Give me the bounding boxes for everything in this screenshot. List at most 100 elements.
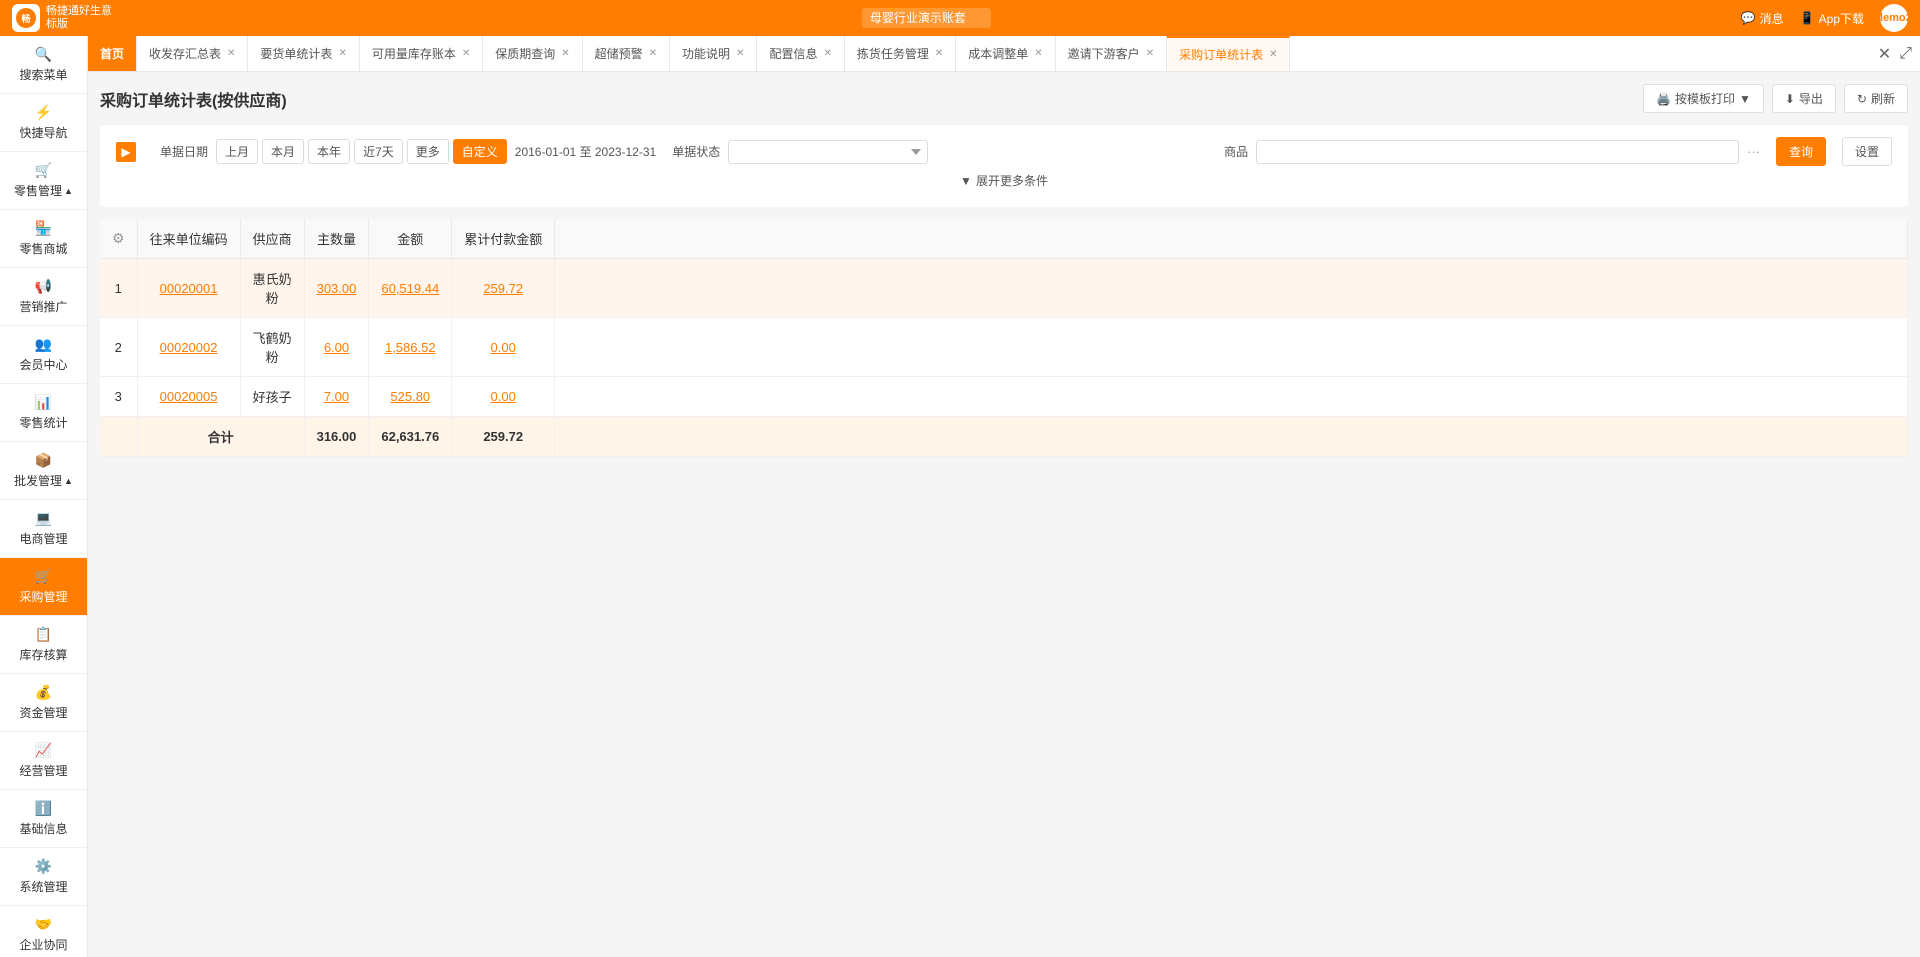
sidebar-item-ecommerce[interactable]: 💻 电商管理 [0, 500, 87, 558]
tab-close-config-info[interactable]: ✕ [823, 48, 831, 59]
td-seq-1: 1 [100, 259, 137, 318]
tab-invite-downstream[interactable]: 邀请下游客户 ✕ [1056, 36, 1167, 71]
goods-input[interactable] [1256, 140, 1739, 164]
date-btn-last-7days[interactable]: 近7天 [354, 139, 403, 164]
tab-pick-task[interactable]: 拣货任务管理 ✕ [845, 36, 956, 71]
sidebar-item-inventory[interactable]: 📋 库存核算 [0, 616, 87, 674]
tab-close-stock-ledger[interactable]: ✕ [462, 48, 470, 59]
sidebar-item-wholesale[interactable]: 📦 批发管理 ▲ [0, 442, 87, 500]
td-qty-3[interactable]: 7.00 [304, 377, 369, 417]
tab-expiry-query[interactable]: 保质期查询 ✕ [483, 36, 582, 71]
td-paid-1[interactable]: 259.72 [452, 259, 555, 318]
system-icon: ⚙️ [35, 858, 52, 875]
date-btn-this-year[interactable]: 本年 [308, 139, 350, 164]
tab-close-purchase-stat[interactable]: ✕ [1269, 49, 1277, 60]
tab-config-info[interactable]: 配置信息 ✕ [757, 36, 844, 71]
message-btn[interactable]: 💬 消息 [1741, 10, 1784, 27]
td-amount-1[interactable]: 60,519.44 [369, 259, 452, 318]
td-code-2[interactable]: 00020002 [137, 318, 240, 377]
tab-receive-summary[interactable]: 收发存汇总表 ✕ [137, 36, 248, 71]
print-icon: 🖨️ [1656, 92, 1671, 106]
search-icon: 🔍 [35, 46, 52, 63]
app-download-btn[interactable]: 📱 App下载 [1800, 10, 1864, 27]
sidebar-item-finance[interactable]: 💰 资金管理 [0, 674, 87, 732]
expand-more-btn[interactable]: ▼ 展开更多条件 [116, 166, 1892, 195]
sidebar-item-quick[interactable]: ⚡ 快捷导航 [0, 94, 87, 152]
td-amount-3[interactable]: 525.80 [369, 377, 452, 417]
td-qty-2[interactable]: 6.00 [304, 318, 369, 377]
logo-icon: 畅 [12, 4, 40, 32]
export-btn[interactable]: ⬇ 导出 [1772, 84, 1836, 113]
tab-overstock-warning[interactable]: 超储预警 ✕ [583, 36, 670, 71]
purchase-icon: 🛒 [35, 568, 52, 585]
table-footer-row: 合计 316.00 62,631.76 259.72 [100, 417, 1908, 457]
th-supplier: 供应商 [240, 219, 304, 259]
sidebar-item-store[interactable]: 🏪 零售商城 [0, 210, 87, 268]
retail-stat-icon: 📊 [35, 394, 52, 411]
date-btn-this-month[interactable]: 本月 [262, 139, 304, 164]
sidebar-item-retail[interactable]: 🛒 零售管理 ▲ [0, 152, 87, 210]
tab-close-cost-adjust[interactable]: ✕ [1034, 48, 1042, 59]
table-header-row: ⚙ 往来单位编码 供应商 主数量 金额 累计付款金额 [100, 219, 1908, 259]
sidebar-item-marketing[interactable]: 📢 营销推广 [0, 268, 87, 326]
tab-cost-adjust[interactable]: 成本调整单 ✕ [956, 36, 1055, 71]
sidebar-item-purchase[interactable]: 🛒 采购管理 [0, 558, 87, 616]
tab-bar: 首页 收发存汇总表 ✕ 要货单统计表 ✕ 可用量库存账本 ✕ 保质期查询 ✕ [88, 36, 1920, 72]
table-row: 1 00020001 惠氏奶粉 303.00 60,519.44 259.72 [100, 259, 1908, 318]
tab-order-stat[interactable]: 要货单统计表 ✕ [248, 36, 359, 71]
status-select[interactable] [728, 140, 928, 164]
tab-purchase-stat[interactable]: 采购订单统计表 ✕ [1167, 36, 1290, 71]
inventory-icon: 📋 [35, 626, 52, 643]
date-btn-more[interactable]: 更多 [407, 139, 449, 164]
refresh-icon: ↻ [1857, 92, 1867, 106]
tab-close-pick-task[interactable]: ✕ [935, 48, 943, 59]
td-footer-extra [555, 417, 1908, 457]
workspace-select[interactable]: 母婴行业演示账套 [862, 8, 991, 28]
basic-icon: ℹ️ [35, 800, 52, 817]
td-footer-label: 合计 [137, 417, 304, 457]
tab-close-order-stat[interactable]: ✕ [338, 48, 346, 59]
sidebar-item-member[interactable]: 👥 会员中心 [0, 326, 87, 384]
sidebar-item-retail-stat[interactable]: 📊 零售统计 [0, 384, 87, 442]
tab-function-desc[interactable]: 功能说明 ✕ [670, 36, 757, 71]
td-seq-2: 2 [100, 318, 137, 377]
goods-more-btn[interactable]: ··· [1747, 144, 1760, 159]
settings-btn[interactable]: 设置 [1842, 137, 1892, 166]
sidebar: 🔍 搜索菜单 ⚡ 快捷导航 🛒 零售管理 ▲ 🏪 零售商城 📢 营销推广 [0, 36, 88, 957]
query-btn[interactable]: 查询 [1776, 137, 1826, 166]
td-code-3[interactable]: 00020005 [137, 377, 240, 417]
sidebar-item-search[interactable]: 🔍 搜索菜单 [0, 36, 87, 94]
tab-stock-ledger[interactable]: 可用量库存账本 ✕ [360, 36, 483, 71]
date-btn-last-month[interactable]: 上月 [216, 139, 258, 164]
date-range-btns: 上月 本月 本年 近7天 更多 自定义 [216, 139, 507, 164]
td-code-1[interactable]: 00020001 [137, 259, 240, 318]
sidebar-item-system[interactable]: ⚙️ 系统管理 [0, 848, 87, 906]
refresh-btn[interactable]: ↻ 刷新 [1844, 84, 1908, 113]
tab-close-expiry-query[interactable]: ✕ [561, 48, 569, 59]
search-panel: ▶ 单据日期 上月 本月 本年 近7天 更多 自定义 [100, 125, 1908, 207]
toggle-expand-btn[interactable]: ▶ [116, 142, 136, 162]
column-settings-icon[interactable]: ⚙ [112, 230, 125, 246]
sidebar-item-enterprise[interactable]: 🤝 企业协同 [0, 906, 87, 957]
tab-close-all-btn[interactable]: ✕ [1878, 44, 1891, 64]
td-paid-2[interactable]: 0.00 [452, 318, 555, 377]
td-qty-1[interactable]: 303.00 [304, 259, 369, 318]
tab-home[interactable]: 首页 [88, 36, 137, 71]
td-paid-3[interactable]: 0.00 [452, 377, 555, 417]
th-code: 往来单位编码 [137, 219, 240, 259]
tab-close-receive-summary[interactable]: ✕ [227, 48, 235, 59]
sidebar-item-basic[interactable]: ℹ️ 基础信息 [0, 790, 87, 848]
tab-maximize-btn[interactable]: ⤢ [1899, 45, 1912, 63]
td-amount-2[interactable]: 1,586.52 [369, 318, 452, 377]
data-table: ⚙ 往来单位编码 供应商 主数量 金额 累计付款金额 [100, 219, 1908, 457]
td-footer-amount: 62,631.76 [369, 417, 452, 457]
tab-bar-end: ✕ ⤢ [1870, 44, 1920, 64]
tab-close-invite-downstream[interactable]: ✕ [1146, 48, 1154, 59]
avatar[interactable]: demo2 [1880, 4, 1908, 32]
tab-close-function-desc[interactable]: ✕ [736, 48, 744, 59]
tab-close-overstock-warning[interactable]: ✕ [649, 48, 657, 59]
print-btn[interactable]: 🖨️ 按模板打印 ▼ [1643, 84, 1764, 113]
marketing-icon: 📢 [35, 278, 52, 295]
date-btn-custom[interactable]: 自定义 [453, 139, 507, 164]
sidebar-item-operation[interactable]: 📈 经营管理 [0, 732, 87, 790]
